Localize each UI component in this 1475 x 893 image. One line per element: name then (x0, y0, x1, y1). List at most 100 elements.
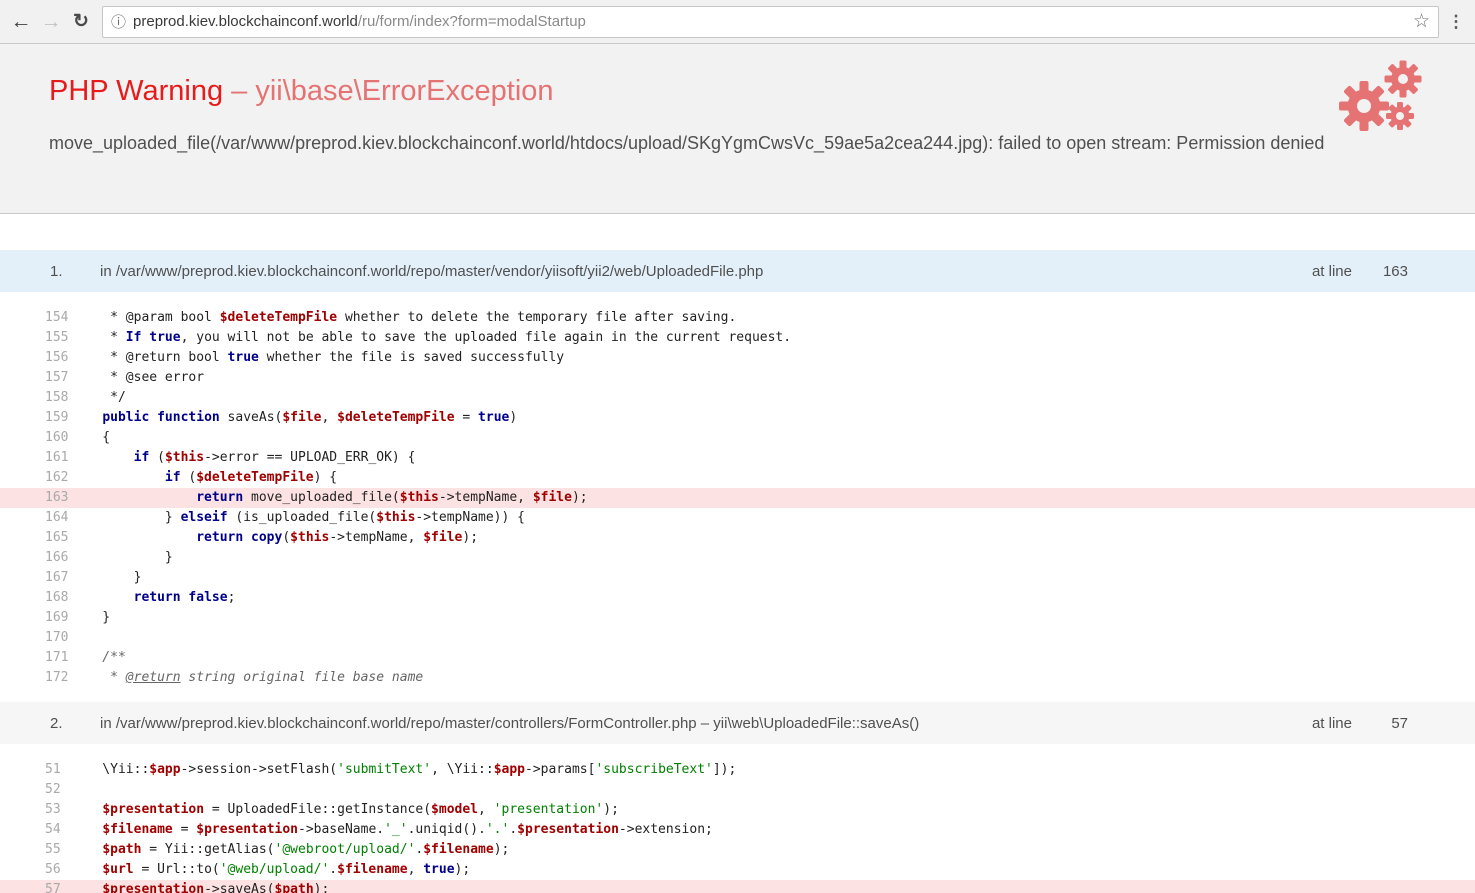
code-token: , (478, 802, 494, 817)
gears-icon (1337, 60, 1425, 137)
code-token: 'subscribeText' (595, 762, 713, 777)
reload-icon[interactable]: ↻ (66, 4, 96, 40)
code-token: } (71, 610, 111, 625)
code-token: ); (603, 802, 619, 817)
line-number-gutter: 164 (45, 510, 69, 525)
code-token: $deleteTempFile (196, 470, 314, 485)
stack-item: 2. in /var/www/preprod.kiev.blockchaincon… (0, 702, 1475, 893)
code-line: 51 \Yii::$app->session->setFlash('submit… (0, 760, 1475, 780)
error-header: PHP Warning – yii\base\ErrorException mo… (0, 44, 1475, 214)
browser-menu-icon[interactable]: ⋮ (1447, 12, 1465, 32)
code-token: = (454, 410, 479, 425)
code-line: 160 { (0, 428, 1475, 448)
code-token: $presentation (517, 822, 619, 837)
code-line: 53 $presentation = UploadedFile::getInst… (0, 800, 1475, 820)
code-text: } (71, 608, 110, 628)
code-text: $presentation = UploadedFile::getInstanc… (71, 800, 619, 820)
code-token: * (71, 670, 126, 685)
line-number: 57 (1391, 714, 1408, 732)
code-snippet: 154 * @param bool $deleteTempFile whethe… (0, 292, 1475, 702)
code-token: '_' (384, 822, 408, 837)
code-token: $path (274, 882, 314, 893)
code-line: 169 } (0, 608, 1475, 628)
code-line: 154 * @param bool $deleteTempFile whethe… (0, 308, 1475, 328)
stack-item-header[interactable]: 1. in /var/www/preprod.kiev.blockchaincon… (0, 250, 1475, 292)
code-token: $filename (102, 822, 173, 837)
back-icon[interactable]: ← (6, 4, 36, 40)
code-token: true (478, 410, 510, 425)
code-token: = Yii::getAlias( (141, 842, 275, 857)
error-message: move_uploaded_file(/var/www/preprod.kiev… (49, 133, 1325, 153)
forward-icon[interactable]: → (36, 4, 66, 40)
stack-item-header[interactable]: 2. in /var/www/preprod.kiev.blockchaincon… (0, 702, 1475, 744)
code-token: $filename (423, 842, 494, 857)
code-token: return (196, 530, 244, 545)
code-token: ) { (313, 470, 338, 485)
code-token: $this (290, 530, 330, 545)
code-token: (is_uploaded_file( (227, 510, 377, 525)
code-token: @return (125, 670, 181, 685)
code-token: ->tempName, (329, 530, 424, 545)
line-number-gutter: 54 (45, 822, 61, 837)
code-token: .uniqid(). (407, 822, 486, 837)
code-token: $file (282, 410, 322, 425)
code-token: $file (532, 490, 572, 505)
code-token: $app (149, 762, 181, 777)
code-token: saveAs( (219, 410, 283, 425)
code-token: $presentation (102, 882, 205, 893)
code-token: } (71, 550, 173, 565)
code-token: $this (164, 450, 205, 465)
code-token: ->session->setFlash( (180, 762, 338, 777)
code-token: $deleteTempFile (337, 410, 455, 425)
code-token: * @see error (71, 370, 205, 385)
address-bar[interactable]: ⓘ preprod.kiev.blockchainconf.world/ru/f… (102, 5, 1439, 38)
line-number-gutter: 168 (45, 590, 69, 605)
stack-item-index: 1. (50, 262, 63, 280)
page-title: PHP Warning – yii\base\ErrorException (49, 74, 1325, 108)
error-code-line: 57 $presentation->saveAs($path); (0, 880, 1475, 893)
code-token: ->tempName, (438, 490, 533, 505)
code-line: 158 */ (0, 388, 1475, 408)
code-line: 55 $path = Yii::getAlias('@webroot/uploa… (0, 840, 1475, 860)
code-line: 52 (0, 780, 1475, 800)
code-token: $model (431, 802, 479, 817)
bookmark-star-icon[interactable]: ☆ (1413, 10, 1430, 33)
code-text: * @return string original file base name (71, 668, 423, 688)
line-number-gutter: 52 (45, 782, 61, 797)
code-line: 162 if ($deleteTempFile) { (0, 468, 1475, 488)
url-path: /ru/form/index?form=modalStartup (357, 13, 586, 30)
code-text: { (71, 428, 110, 448)
code-line: 161 if ($this->error == UPLOAD_ERR_OK) { (0, 448, 1475, 468)
code-token: $deleteTempFile (219, 310, 338, 325)
line-number-gutter: 169 (45, 610, 69, 625)
code-token: true (227, 350, 259, 365)
code-token: = UploadedFile::getInstance( (204, 802, 432, 817)
code-token: function (157, 410, 220, 425)
code-token: * @param bool (71, 310, 220, 325)
code-line: 168 return false; (0, 588, 1475, 608)
code-token: ]); (712, 762, 737, 777)
code-token: } (71, 570, 142, 585)
code-text: * If true, you will not be able to save … (71, 328, 791, 348)
line-number-gutter: 56 (45, 862, 61, 877)
code-text: $url = Url::to('@web/upload/'.$filename,… (71, 860, 470, 880)
code-token: ( (180, 470, 197, 485)
code-token: ); (313, 882, 330, 893)
code-line: 164 } elseif (is_uploaded_file($this->te… (0, 508, 1475, 528)
code-text: return false; (71, 588, 236, 608)
code-text: if ($deleteTempFile) { (71, 468, 337, 488)
line-number-gutter: 57 (45, 882, 61, 893)
code-token: ); (571, 490, 588, 505)
code-token: $this (376, 510, 416, 525)
info-icon[interactable]: ⓘ (111, 11, 126, 32)
code-text: } (71, 548, 173, 568)
code-text: */ (71, 388, 126, 408)
code-token: * (71, 330, 126, 345)
url-host: preprod.kiev.blockchainconf.world (133, 13, 358, 30)
